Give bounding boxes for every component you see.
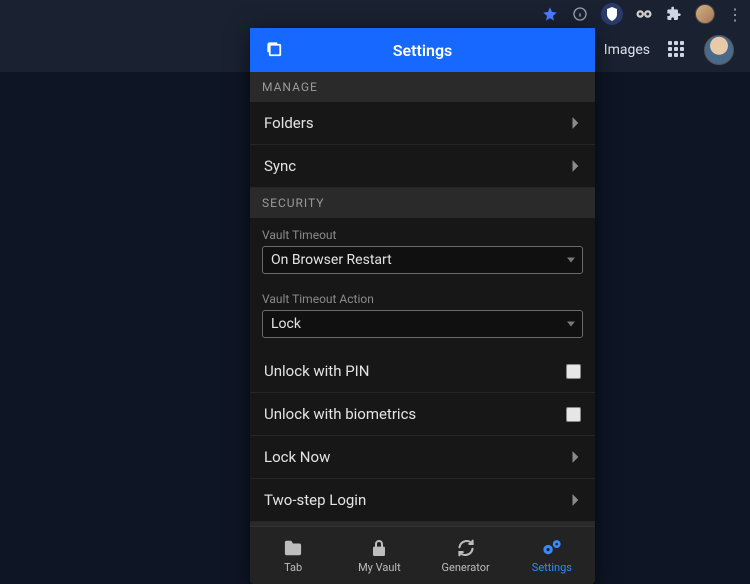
- nav-settings[interactable]: Settings: [509, 527, 595, 584]
- apps-grid-icon[interactable]: [668, 41, 686, 59]
- unlock-biometrics-checkbox[interactable]: [566, 407, 581, 422]
- unlock-pin-row[interactable]: Unlock with PIN: [250, 350, 595, 393]
- popout-icon[interactable]: [260, 28, 290, 72]
- browser-menu-icon[interactable]: ⋮: [727, 5, 742, 24]
- unlock-biometrics-row[interactable]: Unlock with biometrics: [250, 393, 595, 436]
- nav-tab[interactable]: Tab: [250, 527, 336, 584]
- two-step-login-label: Two-step Login: [264, 491, 366, 509]
- profile-avatar-icon[interactable]: [695, 4, 715, 24]
- popup-title: Settings: [393, 41, 453, 60]
- chevron-right-icon: [571, 493, 581, 507]
- unlock-biometrics-label: Unlock with biometrics: [264, 405, 416, 423]
- bitwarden-popup: Settings MANAGE Folders Sync SECURITY Va…: [250, 28, 595, 584]
- section-header-manage: MANAGE: [250, 72, 595, 102]
- sync-label: Sync: [264, 157, 296, 175]
- gears-icon: [541, 538, 563, 558]
- bitwarden-extension-icon[interactable]: [601, 3, 623, 25]
- bottom-nav: Tab My Vault Generator Settings: [250, 526, 595, 584]
- nav-my-vault[interactable]: My Vault: [336, 527, 422, 584]
- chevron-right-icon: [571, 450, 581, 464]
- refresh-icon: [456, 538, 476, 558]
- info-icon[interactable]: [571, 5, 589, 23]
- popup-header: Settings: [250, 28, 595, 72]
- nav-generator[interactable]: Generator: [423, 527, 509, 584]
- nav-settings-label: Settings: [532, 561, 572, 574]
- sync-row[interactable]: Sync: [250, 145, 595, 188]
- lock-now-row[interactable]: Lock Now: [250, 436, 595, 479]
- folder-icon: [282, 538, 304, 558]
- vault-timeout-label: Vault Timeout: [262, 228, 583, 242]
- eyes-icon[interactable]: [635, 5, 653, 23]
- unlock-pin-label: Unlock with PIN: [264, 362, 369, 380]
- vault-timeout-group: Vault Timeout: [250, 218, 595, 286]
- extensions-puzzle-icon[interactable]: [665, 5, 683, 23]
- chevron-right-icon: [571, 116, 581, 130]
- lock-now-label: Lock Now: [264, 448, 330, 466]
- bookmark-star-icon[interactable]: [541, 5, 559, 23]
- popup-body: MANAGE Folders Sync SECURITY Vault Timeo…: [250, 72, 595, 526]
- chevron-right-icon: [571, 159, 581, 173]
- section-header-security: SECURITY: [250, 188, 595, 218]
- nav-my-vault-label: My Vault: [358, 561, 401, 574]
- account-avatar[interactable]: [704, 35, 734, 65]
- images-link[interactable]: Images: [604, 42, 650, 58]
- folders-label: Folders: [264, 114, 314, 132]
- vault-timeout-action-group: Vault Timeout Action: [250, 286, 595, 350]
- vault-timeout-select[interactable]: [262, 246, 583, 274]
- lock-icon: [371, 538, 387, 558]
- folders-row[interactable]: Folders: [250, 102, 595, 145]
- browser-toolbar: ⋮: [0, 0, 750, 28]
- vault-timeout-action-select[interactable]: [262, 310, 583, 338]
- nav-generator-label: Generator: [442, 561, 490, 574]
- nav-tab-label: Tab: [284, 561, 302, 574]
- vault-timeout-action-label: Vault Timeout Action: [262, 292, 583, 306]
- unlock-pin-checkbox[interactable]: [566, 364, 581, 379]
- two-step-login-row[interactable]: Two-step Login: [250, 479, 595, 522]
